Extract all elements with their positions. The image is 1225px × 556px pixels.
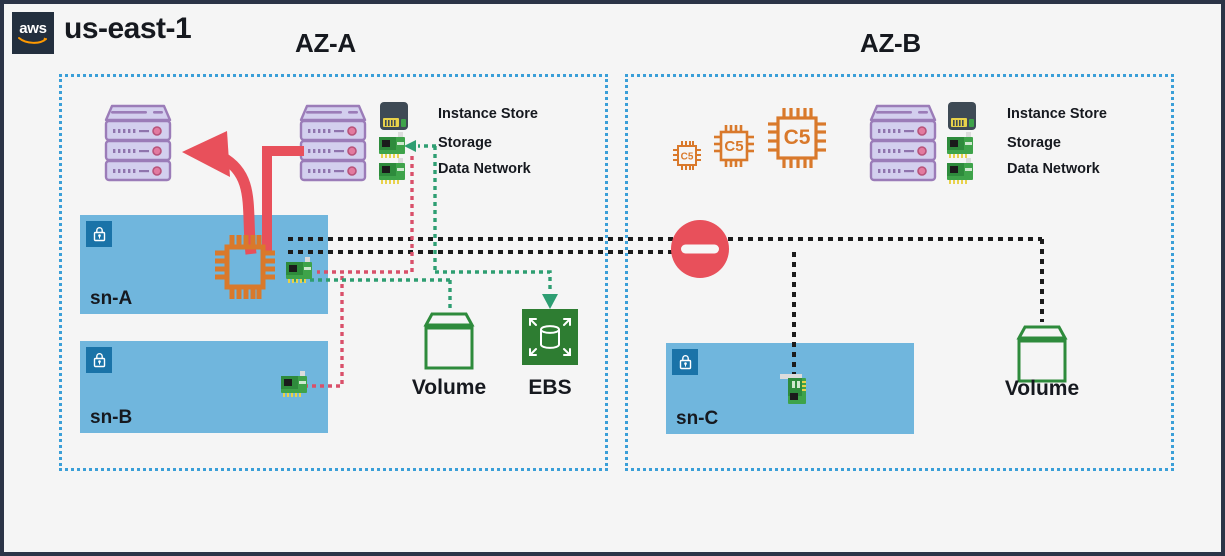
volume-icon-az-b[interactable] <box>1012 322 1072 384</box>
instance-store-icon-az-a <box>380 102 408 130</box>
volume-icon-az-a[interactable] <box>419 309 479 371</box>
legend-label-instance-store-az-a: Instance Store <box>438 106 538 122</box>
c5-instance-small-icon[interactable]: C5 <box>670 137 704 177</box>
volume-label-az-a: Volume <box>411 376 487 399</box>
c5-instance-large-icon[interactable]: C5 <box>764 101 830 175</box>
legend-label-storage-az-b: Storage <box>1007 135 1061 151</box>
no-entry-icon <box>671 220 729 278</box>
instance-store-icon-az-b <box>948 102 976 130</box>
storage-nic-icon-az-b <box>947 132 973 158</box>
c5-instance-medium-icon[interactable]: C5 <box>710 119 758 175</box>
volume-label-az-b: Volume <box>1004 377 1080 400</box>
legend-label-data-network-az-b: Data Network <box>1007 161 1100 177</box>
diagram-canvas: aws us-east-1 AZ-A AZ-B sn-A sn-B sn-C I… <box>0 0 1225 556</box>
legend-label-data-network-az-a: Data Network <box>438 161 531 177</box>
server-rack-icon-az-b[interactable] <box>865 100 941 182</box>
data-network-nic-icon-sn-c[interactable] <box>779 374 813 408</box>
data-network-nic-icon-sn-a[interactable] <box>285 257 319 285</box>
data-network-nic-icon-sn-b[interactable] <box>280 371 314 399</box>
data-network-links <box>288 237 1044 377</box>
connection-lines-layer <box>288 140 1044 388</box>
legend-label-storage-az-a: Storage <box>438 135 492 151</box>
c5-label-small: C5 <box>681 152 694 163</box>
data-network-nic-icon-az-b <box>947 158 973 184</box>
c5-label-medium: C5 <box>724 138 743 155</box>
c5-label-large: C5 <box>784 126 811 149</box>
storage-nic-icon-az-a <box>379 132 405 158</box>
ebs-label: EBS <box>528 376 572 399</box>
data-network-nic-icon-az-a <box>379 158 405 184</box>
ebs-icon[interactable] <box>522 309 578 365</box>
legend-label-instance-store-az-b: Instance Store <box>1007 106 1107 122</box>
cpu-chip-icon[interactable] <box>211 228 279 306</box>
